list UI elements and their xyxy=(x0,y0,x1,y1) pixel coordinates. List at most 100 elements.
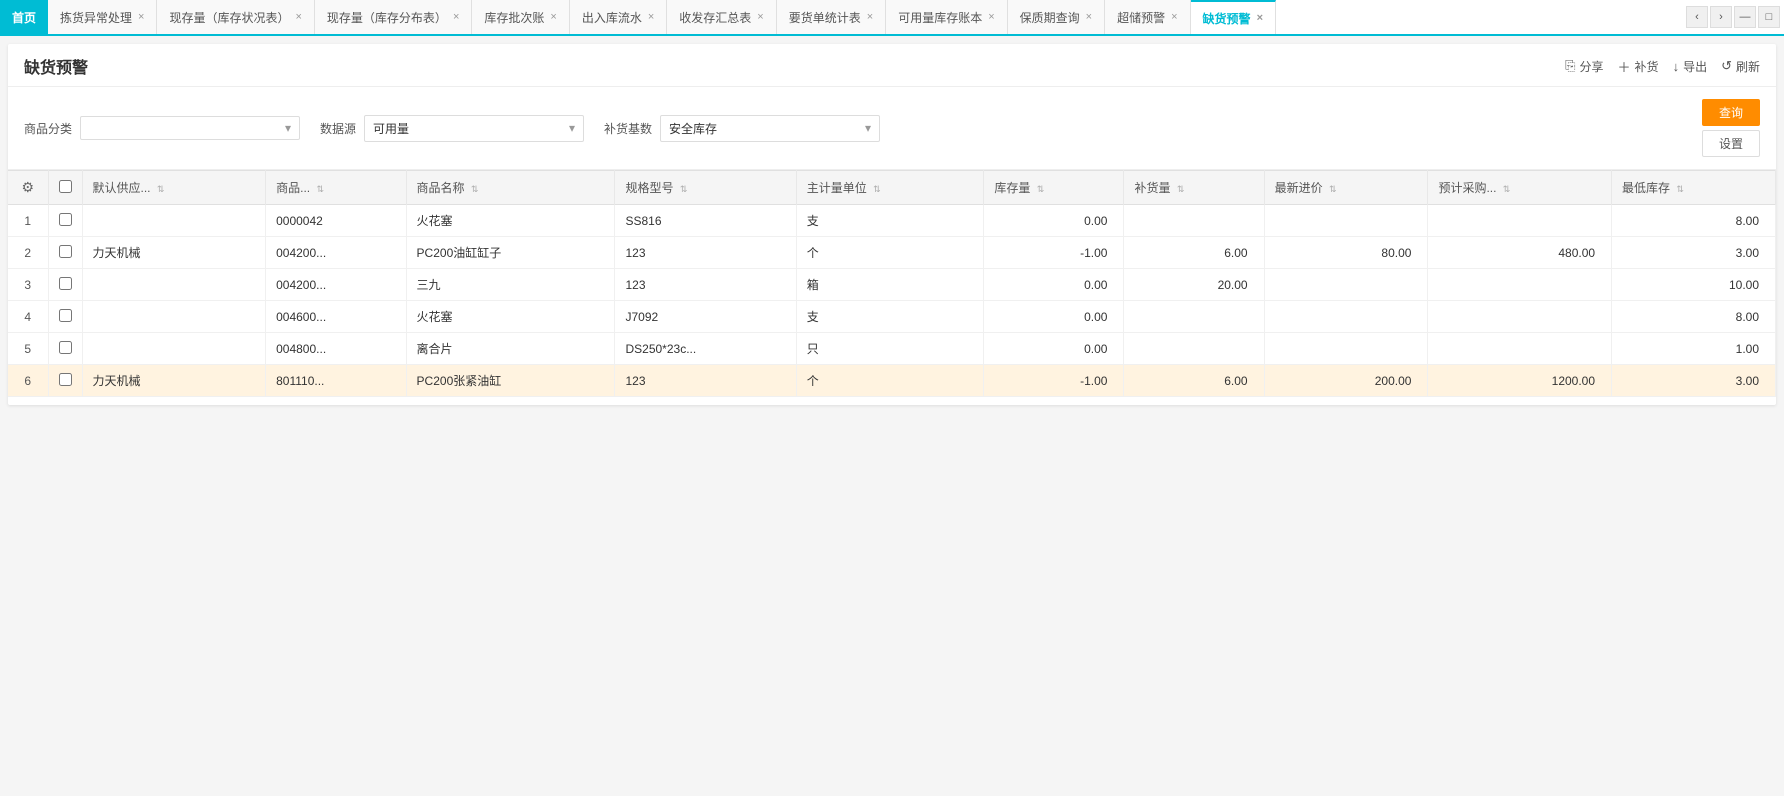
column-stock[interactable]: 库存量 ⇅ xyxy=(984,171,1124,205)
replenish-icon: ＋ xyxy=(1618,57,1631,76)
row-goods-code-5: 004800... xyxy=(266,333,406,365)
column-min-stock[interactable]: 最低库存 ⇅ xyxy=(1612,171,1776,205)
tab-bar: 首页拣货异常处理×现存量（库存状况表）×现存量（库存分布表）×库存批次账×出入库… xyxy=(0,0,1784,36)
column-unit[interactable]: 主计量单位 ⇅ xyxy=(796,171,984,205)
column-supplier[interactable]: 默认供应... ⇅ xyxy=(82,171,266,205)
tab-close-expiry[interactable]: × xyxy=(1086,11,1092,23)
tab-close-inout-flow[interactable]: × xyxy=(648,11,654,23)
tab-label-batch: 库存批次账 xyxy=(484,9,544,26)
select-all-checkbox[interactable] xyxy=(59,180,72,193)
row-unit-6: 个 xyxy=(796,365,984,397)
tab-inventory-status[interactable]: 现存量（库存状况表） × xyxy=(157,0,314,34)
tab-label-inventory-status: 现存量（库存状况表） xyxy=(169,9,289,26)
gear-icon[interactable]: ⚙ xyxy=(21,179,34,195)
row-latest-price-6: 200.00 xyxy=(1264,365,1428,397)
tab-next-button[interactable]: › xyxy=(1710,6,1732,28)
row-goods-code-6: 801110... xyxy=(266,365,406,397)
column-settings[interactable]: ⚙ xyxy=(8,171,48,205)
category-select[interactable]: ▾ xyxy=(80,116,300,140)
row-goods-name-5: 离合片 xyxy=(406,333,615,365)
column-goods-code[interactable]: 商品... ⇅ xyxy=(266,171,406,205)
tab-batch[interactable]: 库存批次账 × xyxy=(472,0,569,34)
sort-stock-icon: ⇅ xyxy=(1037,184,1045,194)
tab-close-batch[interactable]: × xyxy=(550,11,556,23)
replenish-base-select[interactable]: 安全库存 ▾ xyxy=(660,115,880,142)
tab-nav-buttons: ‹ › — □ xyxy=(1684,6,1784,28)
row-goods-name-4: 火花塞 xyxy=(406,301,615,333)
refresh-action[interactable]: ↺ 刷新 xyxy=(1721,58,1760,75)
settings-button[interactable]: 设置 xyxy=(1702,130,1760,157)
tab-inout-flow[interactable]: 出入库流水× xyxy=(570,0,667,34)
tab-minimize-button[interactable]: — xyxy=(1734,6,1756,28)
tab-close-receipt-summary[interactable]: × xyxy=(757,11,763,23)
page-header: 缺货预警 ⎘ 分享 ＋ 补货 ↓ 导出 ↺ 刷新 xyxy=(8,44,1776,87)
row-replenish-1 xyxy=(1124,205,1264,237)
row-supplier-5 xyxy=(82,333,266,365)
table-row: 1 0000042 火花塞 SS816 支 0.00 8.00 xyxy=(8,205,1776,237)
sort-price-icon: ⇅ xyxy=(1329,184,1337,194)
row-num-5: 5 xyxy=(8,333,48,365)
row-estimated-purchase-1 xyxy=(1428,205,1612,237)
row-goods-code-3: 004200... xyxy=(266,269,406,301)
row-unit-5: 只 xyxy=(796,333,984,365)
row-min-stock-6: 3.00 xyxy=(1612,365,1776,397)
row-min-stock-5: 1.00 xyxy=(1612,333,1776,365)
column-estimated-purchase[interactable]: 预计采购... ⇅ xyxy=(1428,171,1612,205)
tab-prev-button[interactable]: ‹ xyxy=(1686,6,1708,28)
row-checkbox-2[interactable] xyxy=(48,237,82,269)
row-num-4: 4 xyxy=(8,301,48,333)
sort-unit-icon: ⇅ xyxy=(873,184,881,194)
tab-home[interactable]: 首页 xyxy=(0,0,48,34)
category-chevron-icon: ▾ xyxy=(285,121,291,135)
tab-overstock[interactable]: 超储预警× xyxy=(1105,0,1190,34)
row-stock-6: -1.00 xyxy=(984,365,1124,397)
tab-close-available-ledger[interactable]: × xyxy=(988,11,994,23)
tab-close-shortage[interactable]: × xyxy=(1257,12,1263,24)
tab-receipt-summary[interactable]: 收发存汇总表 × xyxy=(667,0,776,34)
tab-close-exception[interactable]: × xyxy=(138,11,144,23)
row-num-3: 3 xyxy=(8,269,48,301)
replenish-base-filter-group: 补货基数 安全库存 ▾ xyxy=(604,115,880,142)
tab-close-order-stats[interactable]: × xyxy=(867,11,873,23)
tab-maximize-button[interactable]: □ xyxy=(1758,6,1780,28)
tab-close-inventory-status[interactable]: × xyxy=(295,11,301,23)
tab-close-overstock[interactable]: × xyxy=(1171,11,1177,23)
share-action[interactable]: ⎘ 分享 xyxy=(1565,58,1603,75)
replenish-label: 补货 xyxy=(1635,58,1659,75)
column-goods-name[interactable]: 商品名称 ⇅ xyxy=(406,171,615,205)
data-source-filter-group: 数据源 可用量 ▾ xyxy=(320,115,584,142)
export-action[interactable]: ↓ 导出 xyxy=(1673,58,1708,75)
column-latest-price[interactable]: 最新进价 ⇅ xyxy=(1264,171,1428,205)
sort-est-icon: ⇅ xyxy=(1503,184,1511,194)
tab-shortage[interactable]: 缺货预警× xyxy=(1191,0,1276,34)
row-spec-6: 123 xyxy=(615,365,796,397)
data-source-select[interactable]: 可用量 ▾ xyxy=(364,115,584,142)
tab-inventory-dist[interactable]: 现存量（库存分布表）× xyxy=(315,0,472,34)
row-checkbox-3[interactable] xyxy=(48,269,82,301)
tab-expiry[interactable]: 保质期查询× xyxy=(1008,0,1105,34)
column-replenish[interactable]: 补货量 ⇅ xyxy=(1124,171,1264,205)
column-spec[interactable]: 规格型号 ⇅ xyxy=(615,171,796,205)
sort-supplier-icon: ⇅ xyxy=(157,184,165,194)
tab-available-ledger[interactable]: 可用量库存账本× xyxy=(886,0,1007,34)
row-checkbox-4[interactable] xyxy=(48,301,82,333)
tab-label-receipt-summary: 收发存汇总表 xyxy=(679,9,751,26)
row-min-stock-2: 3.00 xyxy=(1612,237,1776,269)
row-goods-name-3: 三九 xyxy=(406,269,615,301)
row-latest-price-3 xyxy=(1264,269,1428,301)
query-button[interactable]: 查询 xyxy=(1702,99,1760,126)
data-source-value: 可用量 xyxy=(373,120,409,137)
tab-exception[interactable]: 拣货异常处理× xyxy=(48,0,157,34)
row-num-1: 1 xyxy=(8,205,48,237)
replenish-action[interactable]: ＋ 补货 xyxy=(1618,57,1659,76)
row-stock-1: 0.00 xyxy=(984,205,1124,237)
tab-close-inventory-dist[interactable]: × xyxy=(453,11,459,23)
row-supplier-6: 力天机械 xyxy=(82,365,266,397)
row-checkbox-1[interactable] xyxy=(48,205,82,237)
row-checkbox-5[interactable] xyxy=(48,333,82,365)
row-checkbox-6[interactable] xyxy=(48,365,82,397)
row-stock-3: 0.00 xyxy=(984,269,1124,301)
row-estimated-purchase-3 xyxy=(1428,269,1612,301)
tab-order-stats[interactable]: 要货单统计表× xyxy=(777,0,886,34)
share-icon: ⎘ xyxy=(1565,58,1575,74)
